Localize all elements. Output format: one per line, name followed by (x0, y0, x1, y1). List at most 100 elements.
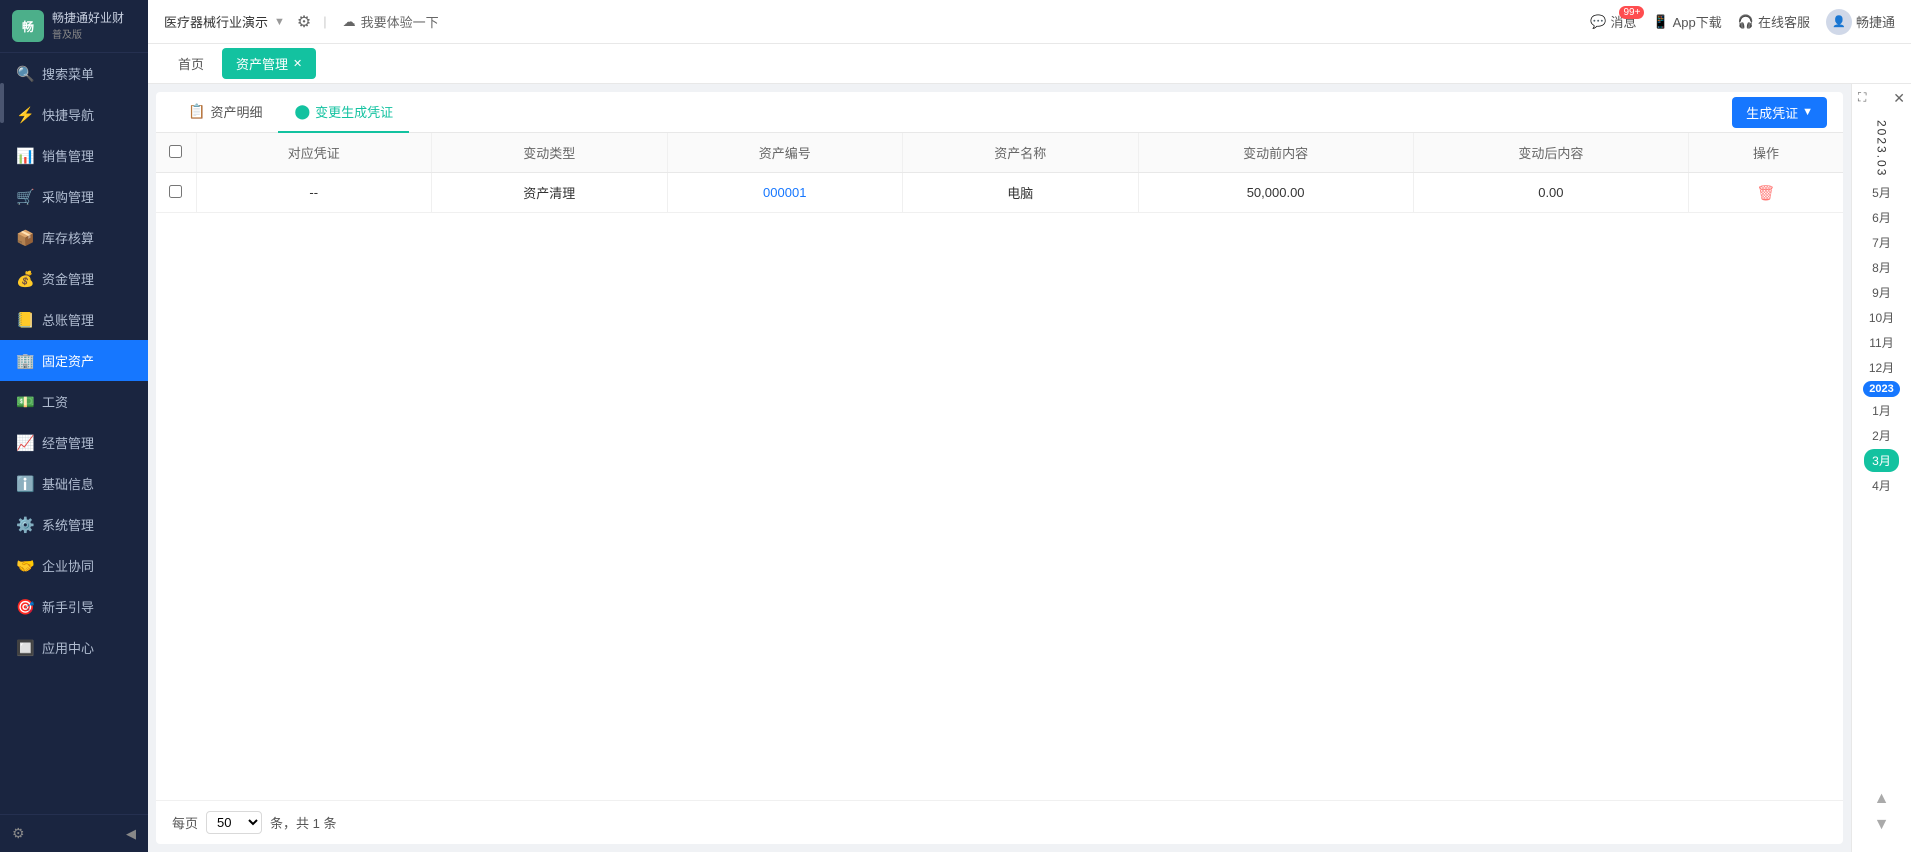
detail-tab-icon: 📋 (188, 103, 205, 120)
building-icon: 🏢 (16, 352, 34, 370)
cart-icon: 🛒 (16, 188, 34, 206)
online-support-button[interactable]: 🎧 在线客服 (1738, 12, 1810, 31)
logo-icon: 畅 (12, 10, 44, 42)
month-7[interactable]: 7月 (1864, 231, 1899, 254)
message-button[interactable]: 💬 消息 99+ (1590, 12, 1636, 31)
sidebar-item-purchase[interactable]: 🛒 采购管理 (0, 176, 148, 217)
inner-tab-asset-detail[interactable]: 📋 资产明细 (172, 92, 278, 133)
chart-icon: 📊 (16, 147, 34, 165)
row-checkbox[interactable] (169, 185, 182, 198)
th-asset-no: 资产编号 (667, 133, 903, 173)
sidebar-item-collab[interactable]: 🤝 企业协同 (0, 545, 148, 586)
scrollbar-thumb (0, 83, 4, 123)
th-asset-name: 资产名称 (903, 133, 1139, 173)
sidebar-item-ledger[interactable]: 📒 总账管理 (0, 299, 148, 340)
company-name: 医疗器械行业演示 (164, 12, 268, 31)
panel-expand-icon[interactable]: ⛶ (1858, 90, 1866, 105)
table-row: -- 资产清理 000001 电脑 (156, 173, 1843, 213)
data-table: 对应凭证 变动类型 资产编号 资产名称 (156, 133, 1843, 213)
page-body: 📋 资产明细 ⬤ 变更生成凭证 生成凭证 ▼ (156, 92, 1843, 844)
collapse-toggle[interactable]: ◀ (126, 826, 136, 842)
avatar: 👤 (1826, 9, 1852, 35)
th-before-content: 变动前内容 (1138, 133, 1413, 173)
th-after-content: 变动后内容 (1413, 133, 1688, 173)
divider: | (323, 14, 326, 29)
trend-icon: 📈 (16, 434, 34, 452)
sidebar-item-payroll[interactable]: 💵 工资 (0, 381, 148, 422)
message-badge: 99+ (1619, 6, 1644, 19)
month-2023-4[interactable]: 4月 (1864, 474, 1899, 497)
panel-year-label: 2023.03 (1875, 120, 1889, 177)
row-voucher: -- (196, 173, 432, 213)
feedback-icon: ☁ (343, 14, 356, 30)
inner-tabbar: 📋 资产明细 ⬤ 变更生成凭证 生成凭证 ▼ (156, 92, 1843, 133)
inner-tab-change-voucher[interactable]: ⬤ 变更生成凭证 (278, 92, 409, 133)
select-all-checkbox[interactable] (169, 145, 182, 158)
main-area: 医疗器械行业演示 ▼ ⚙ | ☁ 我要体验一下 💬 消息 99+ 📱 App下载… (148, 0, 1911, 852)
sidebar-item-basicinfo[interactable]: ℹ️ 基础信息 (0, 463, 148, 504)
sidebar-item-newguide[interactable]: 🎯 新手引导 (0, 586, 148, 627)
panel-up-icon[interactable]: ▲ (1874, 790, 1890, 808)
headset-icon: 🎧 (1738, 14, 1754, 30)
topbar-right: 💬 消息 99+ 📱 App下载 🎧 在线客服 👤 畅捷通 (1590, 9, 1895, 35)
sidebar-item-appcenter[interactable]: 🔲 应用中心 (0, 627, 148, 668)
box-icon: 📦 (16, 229, 34, 247)
panel-nav: ▲ ▼ (1874, 790, 1890, 844)
sidebar-logo: 畅 畅捷通好业财 普及版 (0, 0, 148, 53)
app-download-button[interactable]: 📱 App下载 (1652, 12, 1721, 31)
row-checkbox-cell (156, 173, 196, 213)
tab-close-icon[interactable]: ✕ (293, 57, 302, 70)
table-header-row: 对应凭证 变动类型 资产编号 资产名称 (156, 133, 1843, 173)
month-11[interactable]: 11月 (1861, 331, 1901, 354)
settings-bottom-icon[interactable]: ⚙ (12, 825, 25, 842)
sidebar-item-quicknav[interactable]: ⚡ 快捷导航 (0, 94, 148, 135)
sidebar-item-finance[interactable]: 💰 资金管理 (0, 258, 148, 299)
row-before-content: 50,000.00 (1138, 173, 1413, 213)
month-2023-2[interactable]: 2月 (1864, 424, 1899, 447)
year-2023-marker[interactable]: 2023 (1863, 381, 1899, 397)
panel-down-icon[interactable]: ▼ (1874, 816, 1890, 834)
sidebar: 畅 畅捷通好业财 普及版 🔍 搜索菜单 ⚡ 快捷导航 📊 销售管理 🛒 采购管理… (0, 0, 148, 852)
right-panel: ✕ ⛶ 2023.03 5月 6月 7月 8月 9月 10月 11月 12月 2… (1851, 84, 1911, 852)
sidebar-item-fixedassets[interactable]: 🏢 固定资产 (0, 340, 148, 381)
th-operation: 操作 (1689, 133, 1844, 173)
tab-home[interactable]: 首页 (164, 48, 218, 79)
month-6[interactable]: 6月 (1864, 206, 1899, 229)
generate-voucher-button[interactable]: 生成凭证 ▼ (1732, 97, 1827, 128)
sidebar-item-sysadmin[interactable]: ⚙️ 系统管理 (0, 504, 148, 545)
month-2023-1[interactable]: 1月 (1864, 399, 1899, 422)
sidebar-item-operations[interactable]: 📈 经营管理 (0, 422, 148, 463)
info-icon: ℹ️ (16, 475, 34, 493)
th-voucher: 对应凭证 (196, 133, 432, 173)
th-checkbox (156, 133, 196, 173)
month-2023-3[interactable]: 3月 (1864, 449, 1899, 472)
row-change-type: 资产清理 (432, 173, 668, 213)
topbar-settings-icon[interactable]: ⚙ (297, 12, 311, 32)
month-8[interactable]: 8月 (1864, 256, 1899, 279)
month-12[interactable]: 12月 (1861, 356, 1902, 379)
money-icon: 💰 (16, 270, 34, 288)
tabbar: 首页 资产管理 ✕ (148, 44, 1911, 84)
lightning-icon: ⚡ (16, 106, 34, 124)
panel-close-icon[interactable]: ✕ (1893, 90, 1905, 107)
feedback-button[interactable]: ☁ 我要体验一下 (343, 12, 439, 31)
month-10[interactable]: 10月 (1861, 306, 1902, 329)
sidebar-item-sales[interactable]: 📊 销售管理 (0, 135, 148, 176)
th-change-type: 变动类型 (432, 133, 668, 173)
row-asset-no[interactable]: 000001 (667, 173, 903, 213)
sidebar-item-inventory[interactable]: 📦 库存核算 (0, 217, 148, 258)
tab-asset-management[interactable]: 资产管理 ✕ (222, 48, 316, 79)
delete-icon[interactable]: 🗑 (1756, 185, 1775, 202)
month-5[interactable]: 5月 (1864, 181, 1899, 204)
month-9[interactable]: 9月 (1864, 281, 1899, 304)
change-tab-icon: ⬤ (294, 103, 310, 120)
company-selector[interactable]: 医疗器械行业演示 ▼ (164, 12, 285, 31)
row-asset-name: 电脑 (903, 173, 1139, 213)
page-size-select[interactable]: 10 20 50 100 (206, 811, 262, 834)
grid-icon: 🔲 (16, 639, 34, 657)
sidebar-menu: 🔍 搜索菜单 ⚡ 快捷导航 📊 销售管理 🛒 采购管理 📦 库存核算 💰 资金管… (0, 53, 148, 814)
user-menu[interactable]: 👤 畅捷通 (1826, 9, 1895, 35)
generate-dropdown-arrow: ▼ (1802, 106, 1813, 118)
sidebar-item-search[interactable]: 🔍 搜索菜单 (0, 53, 148, 94)
topbar: 医疗器械行业演示 ▼ ⚙ | ☁ 我要体验一下 💬 消息 99+ 📱 App下载… (148, 0, 1911, 44)
